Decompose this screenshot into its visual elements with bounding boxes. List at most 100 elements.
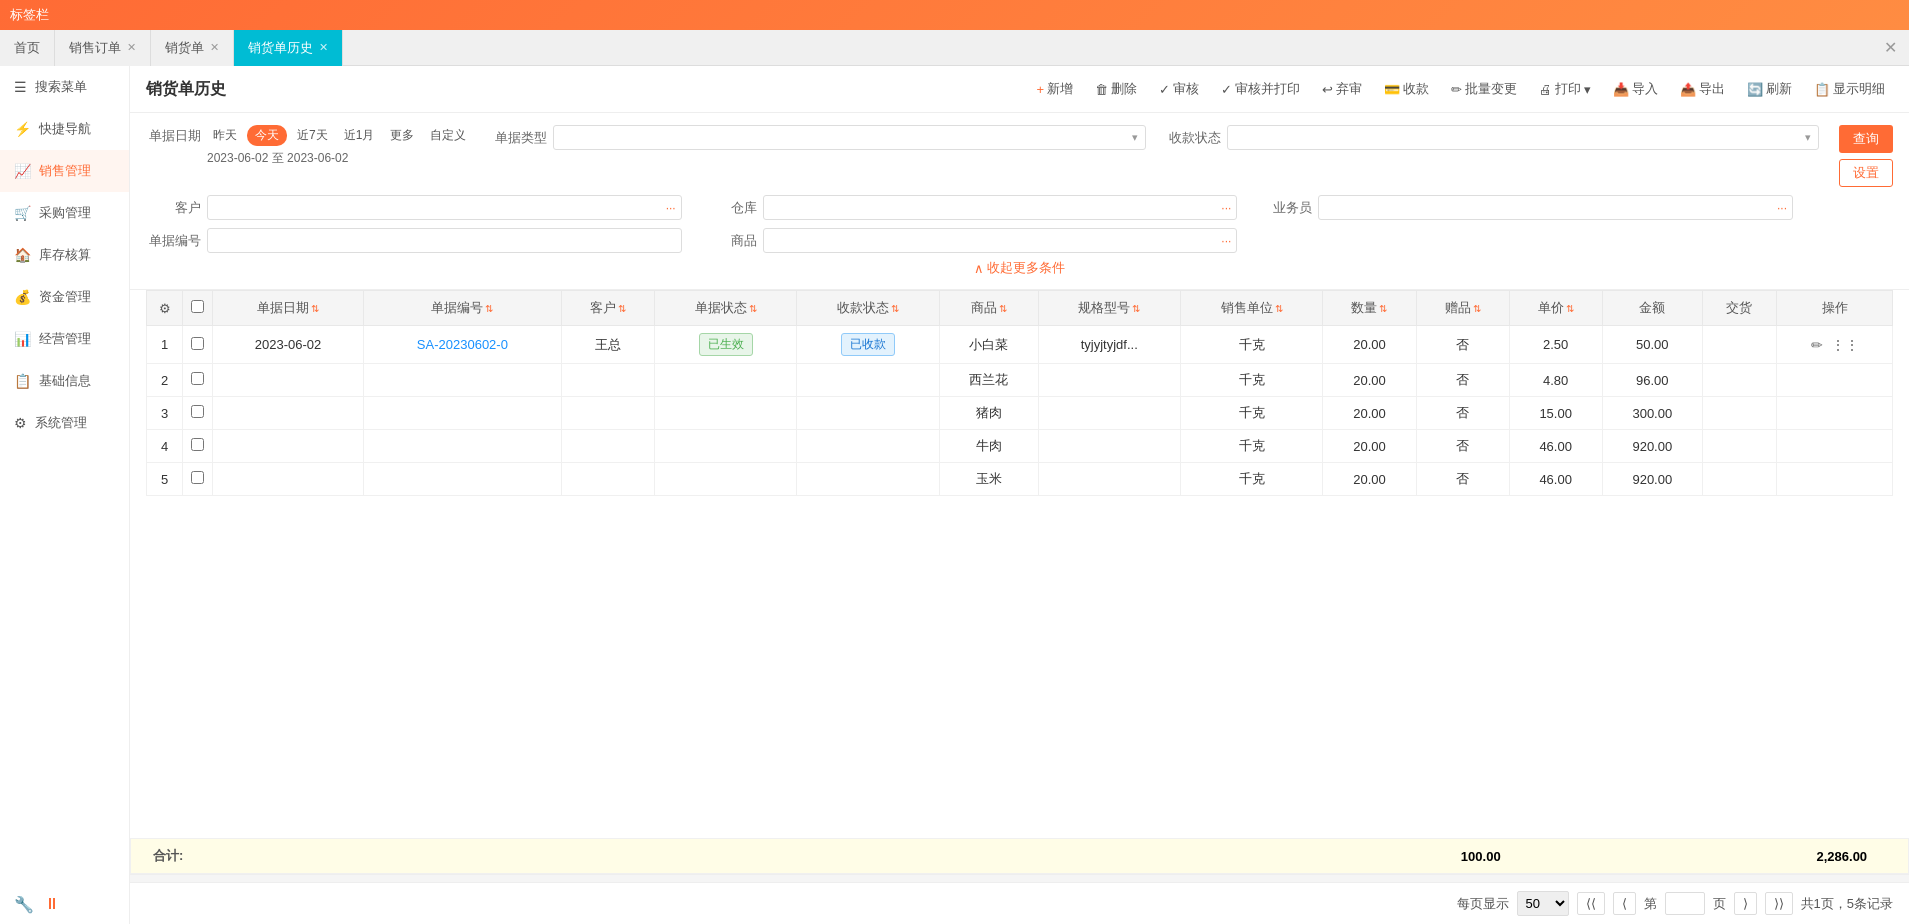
- cell-sales-unit-0: 千克: [1180, 326, 1322, 364]
- tab-sales-history[interactable]: 销货单历史 ✕: [234, 30, 343, 66]
- collapse-label: 收起更多条件: [987, 259, 1065, 277]
- collapse-button[interactable]: ∧ 收起更多条件: [974, 259, 1065, 277]
- cell-checkbox-4[interactable]: [183, 463, 213, 496]
- first-page-button[interactable]: ⟨⟨: [1577, 892, 1605, 915]
- doc-type-select[interactable]: [553, 125, 1145, 150]
- cell-doc-no-0[interactable]: SA-20230602-0: [364, 326, 562, 364]
- date-tab-today[interactable]: 今天: [247, 125, 287, 146]
- date-tab-1month[interactable]: 近1月: [338, 125, 381, 146]
- date-tab-custom[interactable]: 自定义: [424, 125, 472, 146]
- print-button[interactable]: 🖨 打印 ▾: [1531, 76, 1599, 102]
- cell-action-1[interactable]: [1777, 364, 1893, 397]
- audit-print-button[interactable]: ✓ 审核并打印: [1213, 76, 1308, 102]
- cell-action-2[interactable]: [1777, 397, 1893, 430]
- customer-input[interactable]: [207, 195, 682, 220]
- sidebar-item-sys-mgmt[interactable]: ⚙ 系统管理: [0, 402, 129, 444]
- cell-customer-1: [561, 364, 654, 397]
- sidebar-item-inventory[interactable]: 🏠 库存核算: [0, 234, 129, 276]
- cell-checkbox-0[interactable]: [183, 326, 213, 364]
- doc-no-input[interactable]: [207, 228, 682, 253]
- date-tab-yesterday[interactable]: 昨天: [207, 125, 243, 146]
- th-sales-unit[interactable]: 销售单位 ⇅: [1180, 291, 1322, 326]
- prev-page-button[interactable]: ⟨: [1613, 892, 1636, 915]
- sidebar-item-sales-mgmt[interactable]: 📈 销售管理: [0, 150, 129, 192]
- more-icon-0[interactable]: ⋮⋮: [1831, 337, 1859, 353]
- cell-doc-no-3[interactable]: [364, 430, 562, 463]
- table-row: 3 猪肉 千克 20.00 否 15.00 300.00: [147, 397, 1893, 430]
- next-page-button[interactable]: ⟩: [1734, 892, 1757, 915]
- customer-more-icon[interactable]: ···: [666, 201, 676, 215]
- th-doc-status-label: 单据状态: [695, 299, 747, 317]
- cell-gift-3: 否: [1416, 430, 1509, 463]
- th-customer[interactable]: 客户 ⇅: [561, 291, 654, 326]
- cell-action-4[interactable]: [1777, 463, 1893, 496]
- setting-button[interactable]: 设置: [1839, 159, 1893, 187]
- cell-doc-date-0: 2023-06-02: [213, 326, 364, 364]
- th-collect-status[interactable]: 收款状态 ⇅: [797, 291, 939, 326]
- th-doc-no[interactable]: 单据编号 ⇅: [364, 291, 562, 326]
- th-goods[interactable]: 商品 ⇅: [939, 291, 1038, 326]
- show-detail-button[interactable]: 📋 显示明细: [1806, 76, 1893, 102]
- last-page-button[interactable]: ⟩⟩: [1765, 892, 1793, 915]
- sidebar-item-business[interactable]: 📊 经营管理: [0, 318, 129, 360]
- delete-label: 删除: [1111, 80, 1137, 98]
- cell-action-3[interactable]: [1777, 430, 1893, 463]
- sidebar-item-purchase-mgmt[interactable]: 🛒 采购管理: [0, 192, 129, 234]
- tab-sales-order[interactable]: 销售订单 ✕: [55, 30, 151, 66]
- cell-doc-no-1[interactable]: [364, 364, 562, 397]
- cell-action-0[interactable]: ✏ ⋮⋮: [1777, 326, 1893, 364]
- th-settings[interactable]: ⚙: [147, 291, 183, 326]
- new-button[interactable]: + 新增: [1028, 76, 1081, 102]
- cell-doc-no-2[interactable]: [364, 397, 562, 430]
- close-all-tabs[interactable]: ✕: [1872, 38, 1909, 57]
- page-title: 销货单历史: [146, 79, 226, 100]
- tab-sales-goods[interactable]: 销货单 ✕: [151, 30, 234, 66]
- tab-home[interactable]: 首页: [0, 30, 55, 66]
- th-doc-date-label: 单据日期: [257, 299, 309, 317]
- cell-doc-no-4[interactable]: [364, 463, 562, 496]
- goods-more-icon[interactable]: ···: [1221, 234, 1231, 248]
- staff-input[interactable]: [1318, 195, 1793, 220]
- th-doc-date[interactable]: 单据日期 ⇅: [213, 291, 364, 326]
- sidebar-item-search-menu[interactable]: ☰ 搜索菜单: [0, 66, 129, 108]
- warehouse-input[interactable]: [763, 195, 1238, 220]
- sidebar-item-quick-nav[interactable]: ⚡ 快捷导航: [0, 108, 129, 150]
- close-sales-goods-tab[interactable]: ✕: [210, 41, 219, 54]
- date-tab-more[interactable]: 更多: [384, 125, 420, 146]
- th-doc-status[interactable]: 单据状态 ⇅: [654, 291, 796, 326]
- goods-input[interactable]: [763, 228, 1238, 253]
- query-button[interactable]: 查询: [1839, 125, 1893, 153]
- export-button[interactable]: 📤 导出: [1672, 76, 1733, 102]
- collect-status-select[interactable]: [1227, 125, 1819, 150]
- close-sales-order-tab[interactable]: ✕: [127, 41, 136, 54]
- sidebar-item-finance[interactable]: 💰 资金管理: [0, 276, 129, 318]
- date-tab-7days[interactable]: 近7天: [291, 125, 334, 146]
- audit-button[interactable]: ✓ 审核: [1151, 76, 1207, 102]
- close-sales-history-tab[interactable]: ✕: [319, 41, 328, 54]
- import-button[interactable]: 📥 导入: [1605, 76, 1666, 102]
- refresh-button[interactable]: 🔄 刷新: [1739, 76, 1800, 102]
- collect-button[interactable]: 💳 收款: [1376, 76, 1437, 102]
- cell-collect-status-2: [797, 397, 939, 430]
- warehouse-more-icon[interactable]: ···: [1221, 201, 1231, 215]
- per-page-select[interactable]: 50 100: [1517, 891, 1569, 916]
- current-page-input[interactable]: 1: [1665, 892, 1705, 915]
- staff-more-icon[interactable]: ···: [1777, 201, 1787, 215]
- th-spec-type[interactable]: 规格型号 ⇅: [1038, 291, 1180, 326]
- cell-checkbox-3[interactable]: [183, 430, 213, 463]
- abandon-button[interactable]: ↩ 弃审: [1314, 76, 1370, 102]
- settings-icon[interactable]: ⚙: [159, 301, 171, 316]
- th-qty[interactable]: 数量 ⇅: [1323, 291, 1416, 326]
- select-all-checkbox[interactable]: [191, 300, 204, 313]
- th-unit-price[interactable]: 单价 ⇅: [1509, 291, 1602, 326]
- sidebar-pause-icon[interactable]: ⏸: [44, 895, 60, 914]
- sidebar-settings-icon[interactable]: 🔧: [14, 895, 34, 914]
- sidebar-item-base-info[interactable]: 📋 基础信息: [0, 360, 129, 402]
- horizontal-scrollbar[interactable]: [130, 874, 1909, 882]
- cell-checkbox-1[interactable]: [183, 364, 213, 397]
- edit-icon-0[interactable]: ✏: [1811, 337, 1823, 353]
- th-gift[interactable]: 赠品 ⇅: [1416, 291, 1509, 326]
- cell-checkbox-2[interactable]: [183, 397, 213, 430]
- delete-button[interactable]: 🗑 删除: [1087, 76, 1145, 102]
- batch-change-button[interactable]: ✏ 批量变更: [1443, 76, 1525, 102]
